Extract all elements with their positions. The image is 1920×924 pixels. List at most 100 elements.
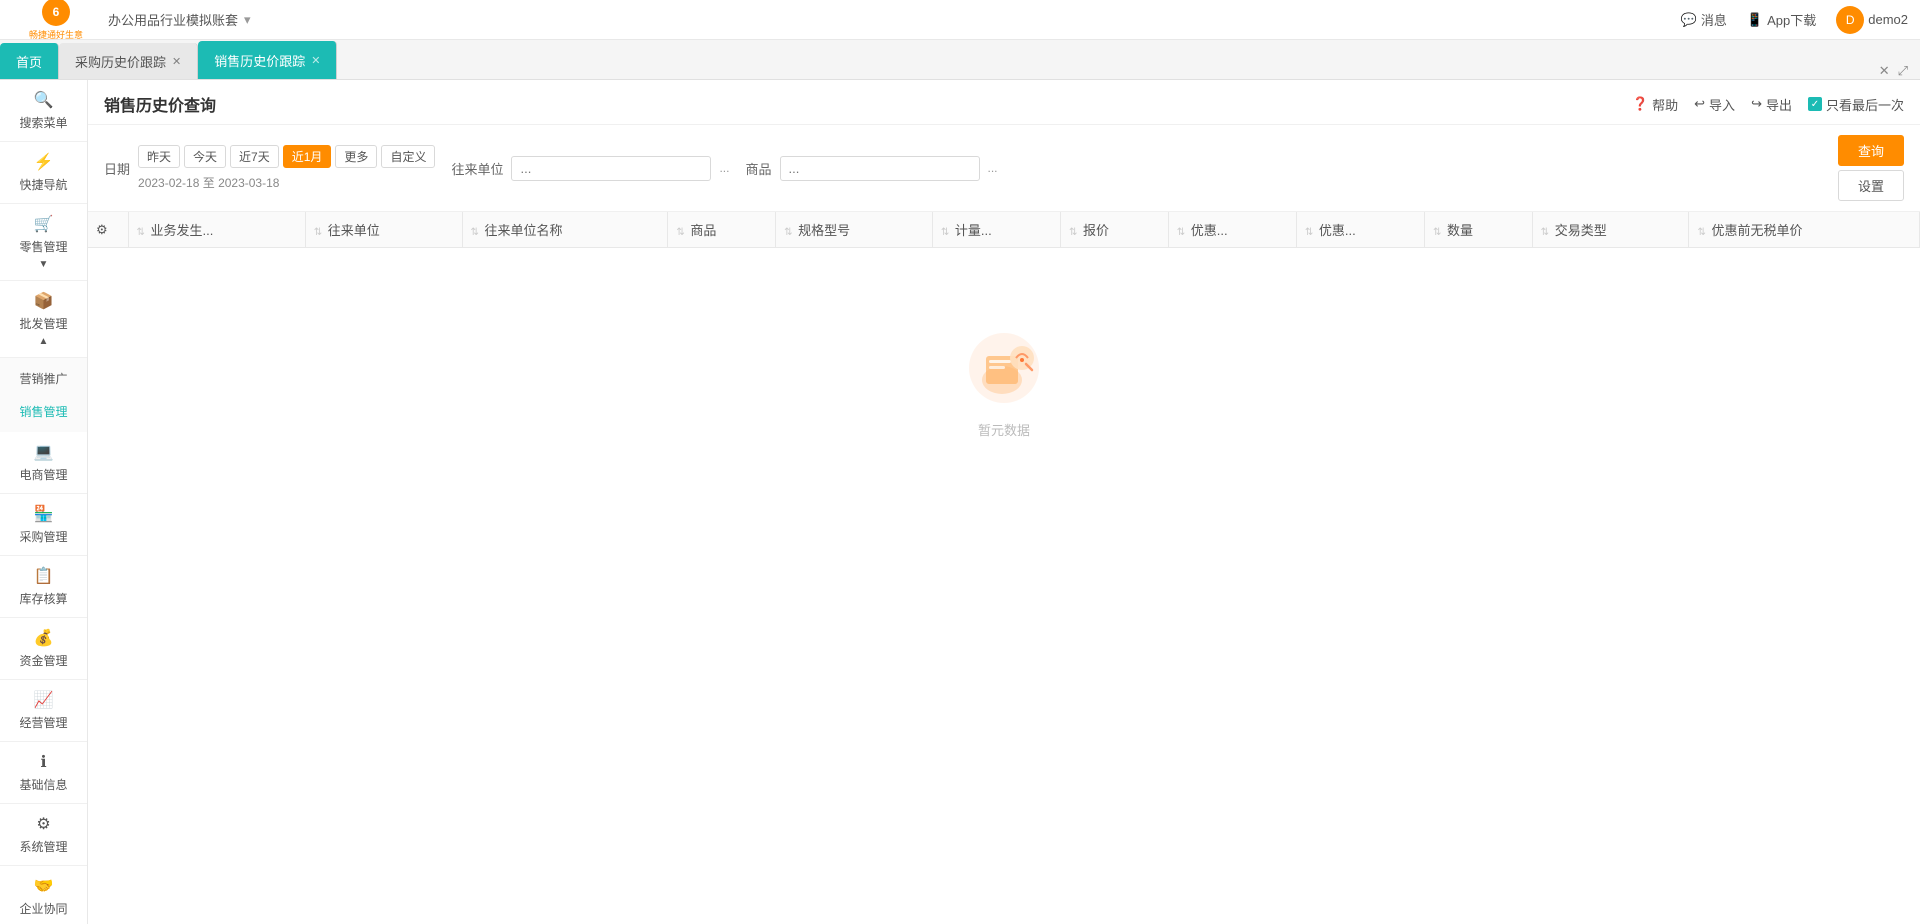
sidebar-item-retail[interactable]: 🛒 零售管理 ▼ — [0, 204, 87, 281]
table-header-row: ⚙ ⇅ 业务发生... ⇅ 往来单位 ⇅ 往来单位名称 — [88, 212, 1920, 248]
sidebar: 🔍 搜索菜单 ⚡ 快捷导航 🛒 零售管理 ▼ 📦 批发管理 ▲ 营销推广 销售管… — [0, 80, 88, 924]
page-actions: ❓ 帮助 ↩ 导入 ↪ 导出 ✓ 只看最后一次 — [1632, 95, 1904, 114]
basic-icon: ℹ — [40, 752, 46, 772]
date-filter-col: 昨天 今天 近7天 近1月 更多 自定义 2023-02-18 至 2023-0… — [138, 145, 435, 191]
th-discount2[interactable]: ⇅ 优惠... — [1296, 212, 1424, 248]
help-btn[interactable]: ❓ 帮助 — [1632, 95, 1678, 114]
column-settings-icon[interactable]: ⚙ — [96, 222, 108, 237]
data-table: ⚙ ⇅ 业务发生... ⇅ 往来单位 ⇅ 往来单位名称 — [88, 212, 1920, 248]
sort-arrows-unit: ⇅ — [941, 227, 949, 238]
export-btn[interactable]: ↪ 导出 — [1751, 95, 1792, 114]
client-input[interactable] — [511, 156, 711, 181]
avatar: D — [1836, 6, 1864, 34]
sort-arrows-trade-type: ⇅ — [1541, 227, 1549, 238]
th-trade-type[interactable]: ⇅ 交易类型 — [1532, 212, 1689, 248]
table-head: ⚙ ⇅ 业务发生... ⇅ 往来单位 ⇅ 往来单位名称 — [88, 212, 1920, 248]
th-goods[interactable]: ⇅ 商品 — [668, 212, 776, 248]
quicknav-icon: ⚡ — [34, 152, 54, 172]
page-content: 销售历史价查询 ❓ 帮助 ↩ 导入 ↪ 导出 ✓ 只看最后一次 — [88, 80, 1920, 924]
th-unit[interactable]: ⇅ 计量... — [932, 212, 1060, 248]
close-all-tabs-icon[interactable]: ✕ — [1879, 63, 1890, 79]
search-button[interactable]: 查询 — [1838, 135, 1904, 166]
th-discount1[interactable]: ⇅ 优惠... — [1168, 212, 1296, 248]
main-layout: 🔍 搜索菜单 ⚡ 快捷导航 🛒 零售管理 ▼ 📦 批发管理 ▲ 营销推广 销售管… — [0, 80, 1920, 924]
date-label: 日期 — [104, 159, 130, 178]
retail-icon: 🛒 — [34, 214, 54, 234]
expand-icon[interactable]: ⤢ — [1898, 63, 1908, 79]
sidebar-item-ecom[interactable]: 💻 电商管理 — [0, 432, 87, 494]
checkbox-icon: ✓ — [1808, 97, 1822, 111]
btn-yesterday[interactable]: 昨天 — [138, 145, 180, 168]
btn-custom[interactable]: 自定义 — [381, 145, 435, 168]
close-tab-sales[interactable]: ✕ — [311, 54, 320, 67]
message-btn[interactable]: 💬 消息 — [1681, 10, 1727, 29]
inventory-icon: 📋 — [34, 566, 54, 586]
purchase-icon: 🏪 — [34, 504, 54, 524]
logo-subtext: 畅捷通好生意 — [29, 28, 83, 41]
goods-filter-group: 商品 ... — [745, 156, 997, 181]
import-btn[interactable]: ↩ 导入 — [1694, 95, 1735, 114]
client-label: 往来单位 — [451, 159, 503, 178]
th-spec[interactable]: ⇅ 规格型号 — [776, 212, 933, 248]
sidebar-item-purchase[interactable]: 🏪 采购管理 — [0, 494, 87, 556]
th-client-code[interactable]: ⇅ 往来单位 — [305, 212, 462, 248]
logo-icon: 6 — [42, 0, 70, 26]
th-biz-date[interactable]: ⇅ 业务发生... — [128, 212, 305, 248]
sidebar-item-system[interactable]: ⚙ 系统管理 — [0, 804, 87, 866]
sidebar-item-operations[interactable]: 📈 经营管理 — [0, 680, 87, 742]
page-header: 销售历史价查询 ❓ 帮助 ↩ 导入 ↪ 导出 ✓ 只看最后一次 — [88, 80, 1920, 125]
sort-arrows-discount2: ⇅ — [1305, 227, 1313, 238]
sort-arrows-goods: ⇅ — [676, 227, 684, 238]
sidebar-item-marketing[interactable]: 营销推广 — [0, 362, 87, 395]
sidebar-item-sales[interactable]: 销售管理 — [0, 395, 87, 428]
sidebar-item-wholesale[interactable]: 📦 批发管理 ▲ — [0, 281, 87, 358]
th-notax-price[interactable]: ⇅ 优惠前无税单价 — [1689, 212, 1920, 248]
th-price[interactable]: ⇅ 报价 — [1061, 212, 1169, 248]
btn-7days[interactable]: 近7天 — [230, 145, 279, 168]
search-icon: 🔍 — [34, 90, 54, 110]
logo-area: 6 畅捷通好生意 — [12, 0, 100, 41]
wholesale-arrow-icon: ▲ — [39, 336, 49, 347]
finance-icon: 💰 — [34, 628, 54, 648]
ecom-icon: 💻 — [34, 442, 54, 462]
retail-arrow-icon: ▼ — [39, 259, 49, 270]
goods-input[interactable] — [780, 156, 980, 181]
tab-bar-actions: ✕ ⤢ — [1879, 63, 1920, 79]
btn-more[interactable]: 更多 — [335, 145, 377, 168]
operations-icon: 📈 — [34, 690, 54, 710]
th-settings[interactable]: ⚙ — [88, 212, 128, 248]
sidebar-item-quicknav[interactable]: ⚡ 快捷导航 — [0, 142, 87, 204]
empty-illustration — [964, 328, 1044, 408]
sort-arrows-client-name: ⇅ — [471, 227, 479, 238]
sort-arrows-client-code: ⇅ — [314, 227, 322, 238]
sidebar-item-inventory[interactable]: 📋 库存核算 — [0, 556, 87, 618]
message-icon: 💬 — [1681, 12, 1697, 28]
tab-home[interactable]: 首页 — [0, 43, 59, 79]
download-icon: 📱 — [1747, 12, 1763, 28]
sidebar-item-basic[interactable]: ℹ 基础信息 — [0, 742, 87, 804]
user-avatar-btn[interactable]: D demo2 — [1836, 6, 1908, 34]
close-tab-purchase[interactable]: ✕ — [172, 55, 181, 68]
client-dots[interactable]: ... — [719, 161, 729, 175]
sidebar-item-search[interactable]: 🔍 搜索菜单 — [0, 80, 87, 142]
app-download-btn[interactable]: 📱 App下载 — [1747, 10, 1816, 29]
empty-state: 暂元数据 — [88, 248, 1920, 519]
corp-icon: 🤝 — [34, 876, 54, 896]
empty-text: 暂元数据 — [978, 420, 1030, 439]
sort-arrows-notax-price: ⇅ — [1697, 227, 1705, 238]
btn-1month[interactable]: 近1月 — [283, 145, 332, 168]
tab-sales-history[interactable]: 销售历史价跟踪 ✕ — [198, 41, 337, 79]
sidebar-item-corp[interactable]: 🤝 企业协同 — [0, 866, 87, 924]
th-client-name[interactable]: ⇅ 往来单位名称 — [462, 212, 668, 248]
wholesale-submenu: 营销推广 销售管理 — [0, 358, 87, 432]
only-last-checkbox[interactable]: ✓ 只看最后一次 — [1808, 95, 1904, 114]
sort-arrows-price: ⇅ — [1069, 227, 1077, 238]
btn-today[interactable]: 今天 — [184, 145, 226, 168]
th-qty[interactable]: ⇅ 数量 — [1424, 212, 1532, 248]
sidebar-item-finance[interactable]: 💰 资金管理 — [0, 618, 87, 680]
setting-button[interactable]: 设置 — [1838, 170, 1904, 201]
tab-purchase-history[interactable]: 采购历史价跟踪 ✕ — [59, 43, 198, 79]
dropdown-icon[interactable]: ▾ — [244, 12, 251, 28]
goods-dots[interactable]: ... — [988, 161, 998, 175]
sort-arrows-discount1: ⇅ — [1177, 227, 1185, 238]
